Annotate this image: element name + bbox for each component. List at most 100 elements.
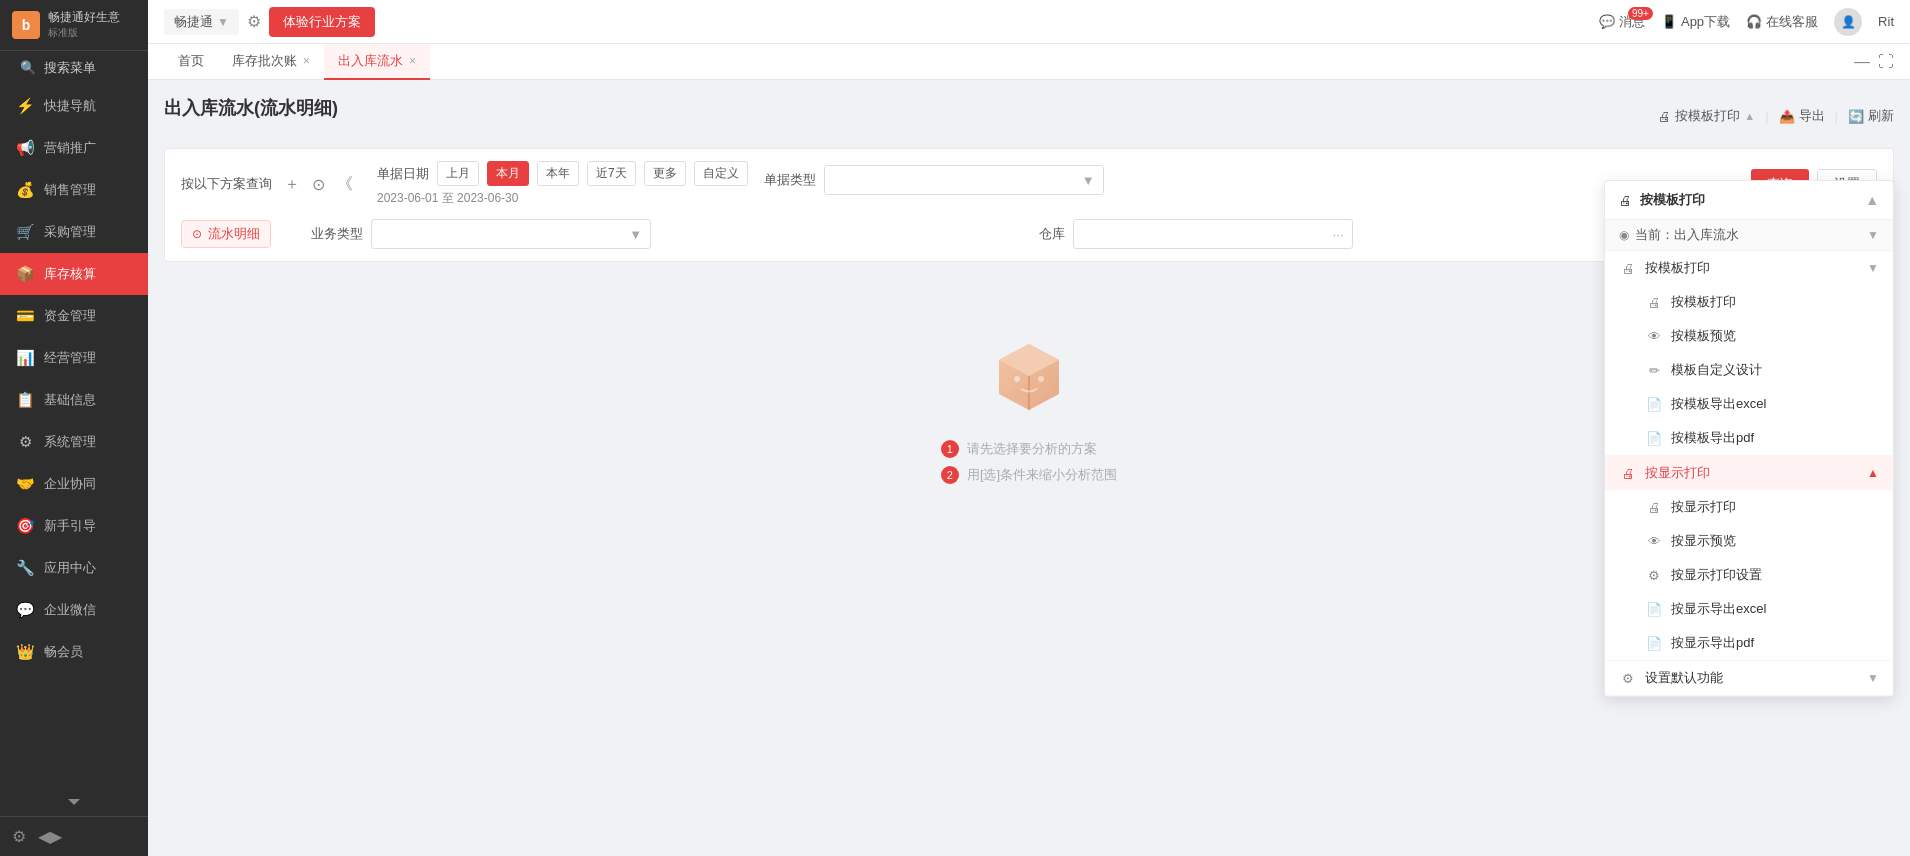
- nav-label: 基础信息: [44, 391, 96, 409]
- template-preview-text: 按模板预览: [1671, 327, 1736, 345]
- sidebar-item-operation[interactable]: 📊 经营管理: [0, 337, 148, 379]
- nav-label: 库存核算: [44, 265, 96, 283]
- doc-type-select[interactable]: ▼: [824, 165, 1104, 195]
- sidebar-item-quick-nav[interactable]: ⚡ 快捷导航: [0, 85, 148, 127]
- date-last-month-btn[interactable]: 上月: [437, 161, 479, 186]
- tab-flow[interactable]: 出入库流水 ×: [324, 44, 430, 80]
- tabs-maximize-icon[interactable]: ⛶: [1878, 53, 1894, 71]
- filter-add-icon[interactable]: ＋: [284, 174, 300, 195]
- step-1-text: 请先选择要分析的方案: [967, 440, 1097, 458]
- tab-home[interactable]: 首页: [164, 44, 218, 80]
- sidebar-item-finance[interactable]: 💳 资金管理: [0, 295, 148, 337]
- date-this-month-btn[interactable]: 本月: [487, 161, 529, 186]
- topbar: 畅捷通 ▼ ⚙ 体验行业方案 💬 消息 99+ 📱 App下载 🎧 在线客服 👤…: [148, 0, 1910, 44]
- wechat-icon: 💬: [16, 601, 34, 619]
- export-button[interactable]: 📤 导出: [1779, 107, 1825, 125]
- empty-steps: 1 请先选择要分析的方案 2 用[选]条件来缩小分析范围: [941, 440, 1117, 484]
- panel-item-display-excel[interactable]: 📄 按显示导出excel: [1605, 592, 1893, 626]
- empty-step-2: 2 用[选]条件来缩小分析范围: [941, 466, 1117, 484]
- display-print-text: 按显示打印: [1671, 498, 1736, 516]
- page-title: 出入库流水(流水明细): [164, 96, 338, 120]
- breadcrumb-arrow-icon: ▼: [217, 15, 229, 29]
- display-settings-icon: ⚙: [1645, 566, 1663, 584]
- panel-item-template-pdf[interactable]: 📄 按模板导出pdf: [1605, 421, 1893, 455]
- date-custom-btn[interactable]: 自定义: [694, 161, 748, 186]
- avatar[interactable]: 👤: [1834, 8, 1862, 36]
- sidebar-item-corp[interactable]: 🤝 企业协同: [0, 463, 148, 505]
- sidebar-item-member[interactable]: 👑 畅会员: [0, 631, 148, 673]
- tag-icon: ⊙: [192, 227, 202, 241]
- date-last7-btn[interactable]: 近7天: [587, 161, 636, 186]
- current-arrow-icon: ▼: [1867, 228, 1879, 242]
- settings-icon[interactable]: ⚙: [12, 827, 26, 846]
- sidebar-item-system[interactable]: ⚙ 系统管理: [0, 421, 148, 463]
- warehouse-select[interactable]: ···: [1073, 219, 1353, 249]
- sidebar-item-basic[interactable]: 📋 基础信息: [0, 379, 148, 421]
- sidebar-search[interactable]: 🔍 搜索菜单: [0, 51, 148, 85]
- nav-label: 企业协同: [44, 475, 96, 493]
- sidebar-item-sales[interactable]: 💰 销售管理: [0, 169, 148, 211]
- tab-batch-close[interactable]: ×: [303, 55, 310, 67]
- display-excel-icon: 📄: [1645, 600, 1663, 618]
- industry-solution-button[interactable]: 体验行业方案: [269, 7, 375, 37]
- sidebar-item-purchase[interactable]: 🛒 采购管理: [0, 211, 148, 253]
- doc-type-label: 单据类型: [764, 171, 816, 189]
- panel-item-template-custom[interactable]: ✏ 模板自定义设计: [1605, 353, 1893, 387]
- warehouse-more-icon[interactable]: ···: [1333, 227, 1344, 242]
- inventory-icon: 📦: [16, 265, 34, 283]
- date-this-year-btn[interactable]: 本年: [537, 161, 579, 186]
- filter-settings-icon[interactable]: ⊙: [312, 175, 325, 194]
- sidebar-item-appcenter[interactable]: 🔧 应用中心: [0, 547, 148, 589]
- collapse-sidebar-icon[interactable]: ◀▶: [38, 827, 62, 846]
- panel-section-template: 🖨 按模板打印 ▼ 🖨 按模板打印 👁 按模板预览 ✏ 模板自定义设计: [1605, 251, 1893, 456]
- sidebar-item-guide[interactable]: 🎯 新手引导: [0, 505, 148, 547]
- topbar-breadcrumb[interactable]: 畅捷通 ▼: [164, 9, 239, 35]
- app-download-button[interactable]: 📱 App下载: [1661, 13, 1730, 31]
- search-icon: 🔍: [20, 60, 36, 75]
- panel-item-display-pdf[interactable]: 📄 按显示导出pdf: [1605, 626, 1893, 660]
- message-button[interactable]: 💬 消息 99+: [1599, 13, 1645, 31]
- sidebar-item-inventory[interactable]: 📦 库存核算: [0, 253, 148, 295]
- topbar-gear-icon[interactable]: ⚙: [247, 12, 261, 31]
- nav-label: 快捷导航: [44, 97, 96, 115]
- print-template-button[interactable]: 🖨 按模板打印 ▲: [1658, 107, 1755, 125]
- filter-collapse-icon[interactable]: 《: [337, 174, 353, 195]
- online-service-button[interactable]: 🎧 在线客服: [1746, 13, 1818, 31]
- purchase-icon: 🛒: [16, 223, 34, 241]
- nav-label: 应用中心: [44, 559, 96, 577]
- tag-water-detail[interactable]: ⊙ 流水明细: [181, 220, 271, 248]
- nav-label: 销售管理: [44, 181, 96, 199]
- panel-item-template-preview[interactable]: 👁 按模板预览: [1605, 319, 1893, 353]
- template-section-icon: 🖨: [1619, 259, 1637, 277]
- username[interactable]: Rit: [1878, 14, 1894, 29]
- template-custom-icon: ✏: [1645, 361, 1663, 379]
- nav-label: 采购管理: [44, 223, 96, 241]
- panel-item-display-preview[interactable]: 👁 按显示预览: [1605, 524, 1893, 558]
- svg-point-3: [1014, 376, 1020, 382]
- display-section-icon: 🖨: [1619, 464, 1637, 482]
- panel-section-display-header[interactable]: 🖨 按显示打印 ▲: [1605, 456, 1893, 490]
- panel-collapse-icon[interactable]: ▲: [1865, 192, 1879, 208]
- date-filter: 单据日期 上月 本月 本年 近7天 更多 自定义: [377, 161, 748, 186]
- panel-item-display-print[interactable]: 🖨 按显示打印: [1605, 490, 1893, 524]
- tab-flow-close[interactable]: ×: [409, 55, 416, 67]
- sidebar-scroll-down[interactable]: [0, 788, 148, 816]
- template-print-icon: 🖨: [1645, 293, 1663, 311]
- sidebar-item-marketing[interactable]: 📢 营销推广: [0, 127, 148, 169]
- step-2-text: 用[选]条件来缩小分析范围: [967, 466, 1117, 484]
- sidebar-item-wechat[interactable]: 💬 企业微信: [0, 589, 148, 631]
- panel-item-display-settings[interactable]: ⚙ 按显示打印设置: [1605, 558, 1893, 592]
- panel-section-default-header[interactable]: ⚙ 设置默认功能 ▼: [1605, 661, 1893, 695]
- panel-section-template-header[interactable]: 🖨 按模板打印 ▼: [1605, 251, 1893, 285]
- sidebar-nav: ⚡ 快捷导航 📢 营销推广 💰 销售管理 🛒 采购管理 📦 库存核算 💳 资金管…: [0, 85, 148, 788]
- tabs-minimize-icon[interactable]: —: [1854, 53, 1870, 71]
- panel-item-template-excel[interactable]: 📄 按模板导出excel: [1605, 387, 1893, 421]
- biz-type-select[interactable]: ▼: [371, 219, 651, 249]
- refresh-button[interactable]: 🔄 刷新: [1848, 107, 1894, 125]
- date-more-btn[interactable]: 更多: [644, 161, 686, 186]
- template-section-title: 按模板打印: [1645, 259, 1867, 277]
- nav-label: 系统管理: [44, 433, 96, 451]
- display-print-icon: 🖨: [1645, 498, 1663, 516]
- tab-batch[interactable]: 库存批次账 ×: [218, 44, 324, 80]
- panel-item-template-print[interactable]: 🖨 按模板打印: [1605, 285, 1893, 319]
